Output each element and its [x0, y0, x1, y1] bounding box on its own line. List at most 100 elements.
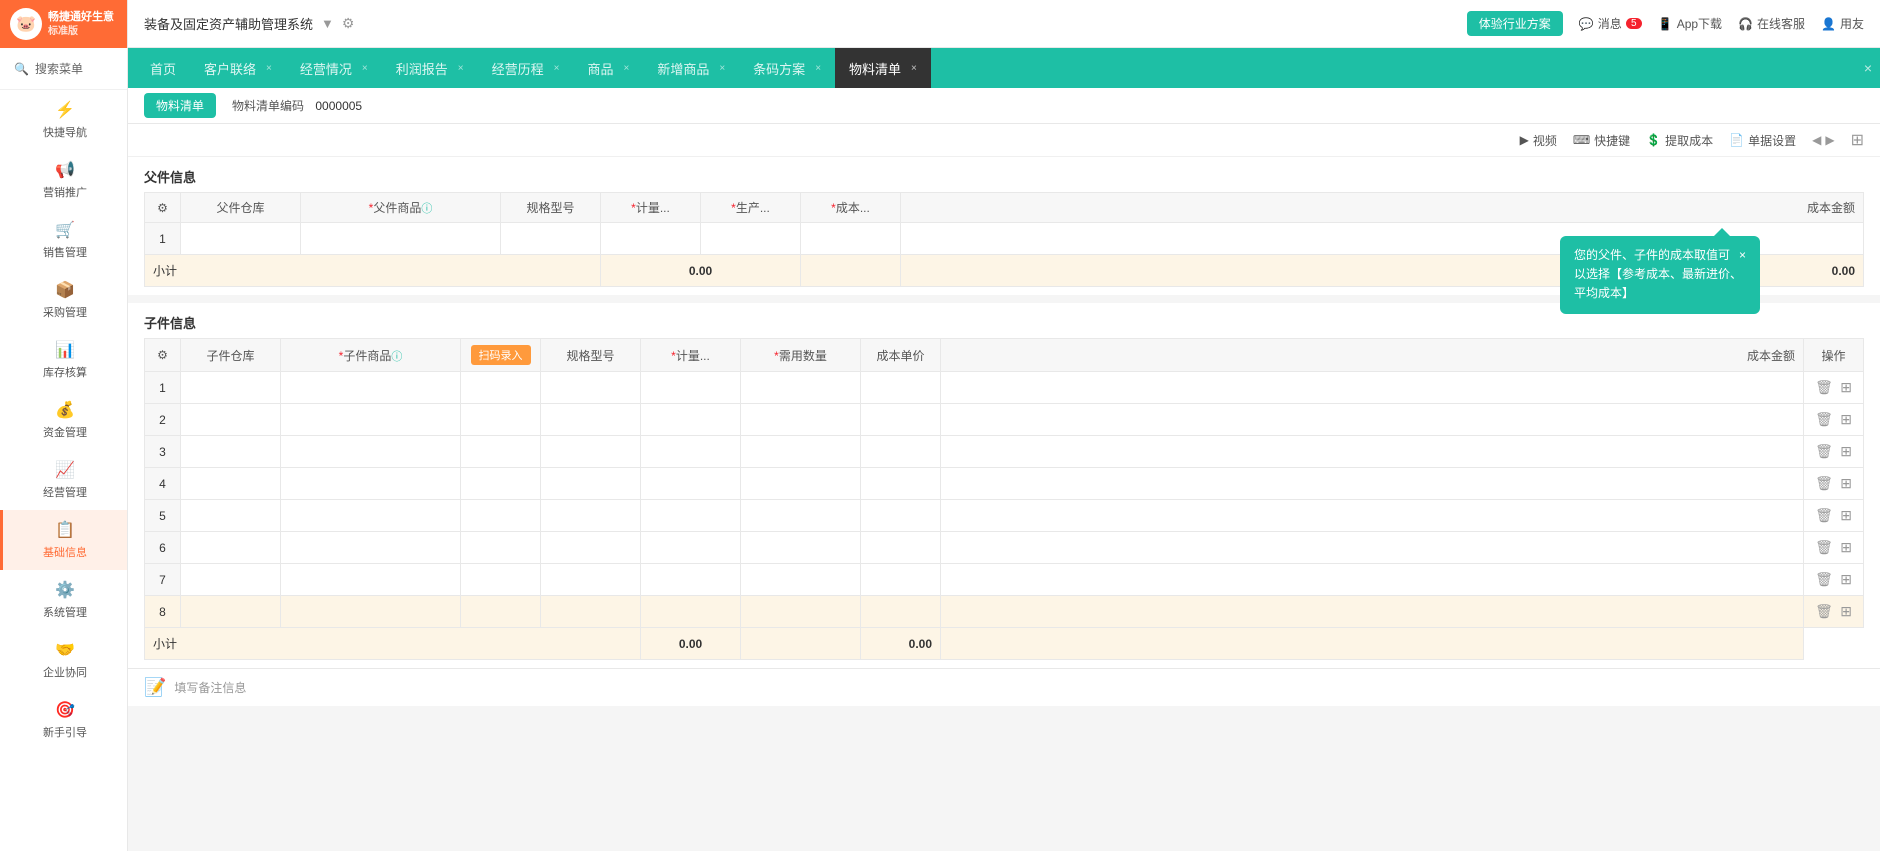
child-warehouse-7[interactable] — [181, 564, 281, 596]
shortcut-btn[interactable]: ⌨ 快捷键 — [1573, 132, 1630, 149]
tab-customer-close[interactable]: × — [266, 63, 272, 74]
delete-icon-1[interactable]: 🗑 — [1815, 379, 1833, 395]
parent-spec-cell[interactable] — [501, 223, 601, 255]
child-spec-7[interactable] — [541, 564, 641, 596]
child-product-2[interactable] — [281, 404, 461, 436]
sidebar-item-purchase[interactable]: 📦 采购管理 — [0, 270, 127, 330]
app-download-btn[interactable]: 📱 App下载 — [1658, 15, 1722, 32]
tab-product-close[interactable]: × — [623, 63, 629, 74]
sidebar-item-quick-nav[interactable]: ⚡ 快捷导航 — [0, 90, 127, 150]
sub-tab-bom-list[interactable]: 物料清单 — [144, 93, 216, 118]
grid-icon[interactable]: ⊞ — [1851, 130, 1864, 150]
tab-new-product[interactable]: 新增商品 × — [643, 48, 739, 88]
sidebar-item-finance[interactable]: 💰 资金管理 — [0, 390, 127, 450]
child-unit-cost-3[interactable] — [861, 436, 941, 468]
extract-cost-btn[interactable]: 💲 提取成本 — [1646, 132, 1713, 149]
tab-ops-close[interactable]: × — [362, 63, 368, 74]
settings-icon[interactable]: ⚙ — [342, 15, 355, 32]
tab-barcode[interactable]: 条码方案 × — [739, 48, 835, 88]
child-unit-cost-2[interactable] — [861, 404, 941, 436]
tab-profit-close[interactable]: × — [458, 63, 464, 74]
parent-warehouse-cell[interactable] — [181, 223, 301, 255]
online-service-btn[interactable]: 🎧 在线客服 — [1738, 15, 1805, 32]
child-qty-3[interactable] — [741, 436, 861, 468]
child-unit-cost-6[interactable] — [861, 532, 941, 564]
child-unit-3[interactable] — [641, 436, 741, 468]
copy-icon-5[interactable]: ⊞ — [1840, 507, 1852, 523]
copy-icon-6[interactable]: ⊞ — [1840, 539, 1852, 555]
tab-history-close[interactable]: × — [554, 63, 560, 74]
child-qty-5[interactable] — [741, 500, 861, 532]
child-unit-cost-4[interactable] — [861, 468, 941, 500]
tab-barcode-close[interactable]: × — [815, 63, 821, 74]
child-qty-6[interactable] — [741, 532, 861, 564]
child-spec-last[interactable] — [541, 596, 641, 628]
child-qty-last[interactable] — [741, 596, 861, 628]
child-unit-cost-7[interactable] — [861, 564, 941, 596]
tab-bom-close[interactable]: × — [911, 63, 917, 74]
child-spec-2[interactable] — [541, 404, 641, 436]
tab-operations[interactable]: 经营情况 × — [286, 48, 382, 88]
sub-tab-bom-code[interactable]: 物料清单编码 0000005 — [220, 93, 374, 118]
copy-icon-4[interactable]: ⊞ — [1840, 475, 1852, 491]
child-qty-2[interactable] — [741, 404, 861, 436]
sidebar-item-basic-info[interactable]: 📋 基础信息 — [0, 510, 127, 570]
copy-icon-1[interactable]: ⊞ — [1840, 379, 1852, 395]
child-spec-6[interactable] — [541, 532, 641, 564]
child-col-scan[interactable]: 扫码录入 — [461, 339, 541, 372]
child-warehouse-4[interactable] — [181, 468, 281, 500]
child-qty-1[interactable] — [741, 372, 861, 404]
sidebar-item-guide[interactable]: 🎯 新手引导 — [0, 690, 127, 750]
try-button[interactable]: 体验行业方案 — [1467, 11, 1563, 36]
child-warehouse-5[interactable] — [181, 500, 281, 532]
child-product-3[interactable] — [281, 436, 461, 468]
child-unit-2[interactable] — [641, 404, 741, 436]
child-unit-7[interactable] — [641, 564, 741, 596]
copy-icon-last[interactable]: ⊞ — [1840, 603, 1852, 619]
delete-icon-5[interactable]: 🗑 — [1815, 507, 1833, 523]
parent-unit-cell[interactable] — [601, 223, 701, 255]
tab-product[interactable]: 商品 × — [573, 48, 643, 88]
child-unit-cost-last[interactable] — [861, 596, 941, 628]
user-btn[interactable]: 👤 用友 — [1821, 15, 1864, 32]
tab-customer[interactable]: 客户联络 × — [190, 48, 286, 88]
sidebar-item-operations[interactable]: 📈 经营管理 — [0, 450, 127, 510]
child-warehouse-1[interactable] — [181, 372, 281, 404]
delete-icon-last[interactable]: 🗑 — [1815, 603, 1833, 619]
dropdown-arrow-icon[interactable]: ▼ — [321, 16, 334, 31]
nav-close-all-btn[interactable]: × — [1864, 60, 1872, 76]
parent-cost-cell[interactable] — [801, 223, 901, 255]
child-spec-4[interactable] — [541, 468, 641, 500]
child-spec-1[interactable] — [541, 372, 641, 404]
next-arrow[interactable]: ▶ — [1825, 133, 1834, 147]
child-warehouse-last[interactable] — [181, 596, 281, 628]
tab-new-product-close[interactable]: × — [719, 63, 725, 74]
child-unit-1[interactable] — [641, 372, 741, 404]
child-unit-last[interactable] — [641, 596, 741, 628]
delete-icon-6[interactable]: 🗑 — [1815, 539, 1833, 555]
child-spec-5[interactable] — [541, 500, 641, 532]
copy-icon-3[interactable]: ⊞ — [1840, 443, 1852, 459]
parent-col-settings[interactable]: ⚙ — [145, 193, 181, 223]
child-spec-3[interactable] — [541, 436, 641, 468]
sidebar-item-enterprise[interactable]: 🤝 企业协同 — [0, 630, 127, 690]
delete-icon-7[interactable]: 🗑 — [1815, 571, 1833, 587]
parent-produce-cell[interactable] — [701, 223, 801, 255]
child-unit-cost-1[interactable] — [861, 372, 941, 404]
child-unit-6[interactable] — [641, 532, 741, 564]
child-col-settings[interactable]: ⚙ — [145, 339, 181, 372]
tab-history[interactable]: 经营历程 × — [478, 48, 574, 88]
child-product-4[interactable] — [281, 468, 461, 500]
child-unit-4[interactable] — [641, 468, 741, 500]
child-qty-4[interactable] — [741, 468, 861, 500]
tooltip-close-btn[interactable]: × — [1739, 246, 1746, 265]
video-btn[interactable]: ▶ 视频 — [1520, 132, 1557, 149]
child-product-1[interactable] — [281, 372, 461, 404]
prev-arrow[interactable]: ◀ — [1812, 133, 1821, 147]
delete-icon-2[interactable]: 🗑 — [1815, 411, 1833, 427]
tab-profit[interactable]: 利润报告 × — [382, 48, 478, 88]
sidebar-item-inventory[interactable]: 📊 库存核算 — [0, 330, 127, 390]
child-warehouse-6[interactable] — [181, 532, 281, 564]
search-menu-btn[interactable]: 🔍 搜索菜单 — [8, 56, 119, 81]
child-unit-5[interactable] — [641, 500, 741, 532]
